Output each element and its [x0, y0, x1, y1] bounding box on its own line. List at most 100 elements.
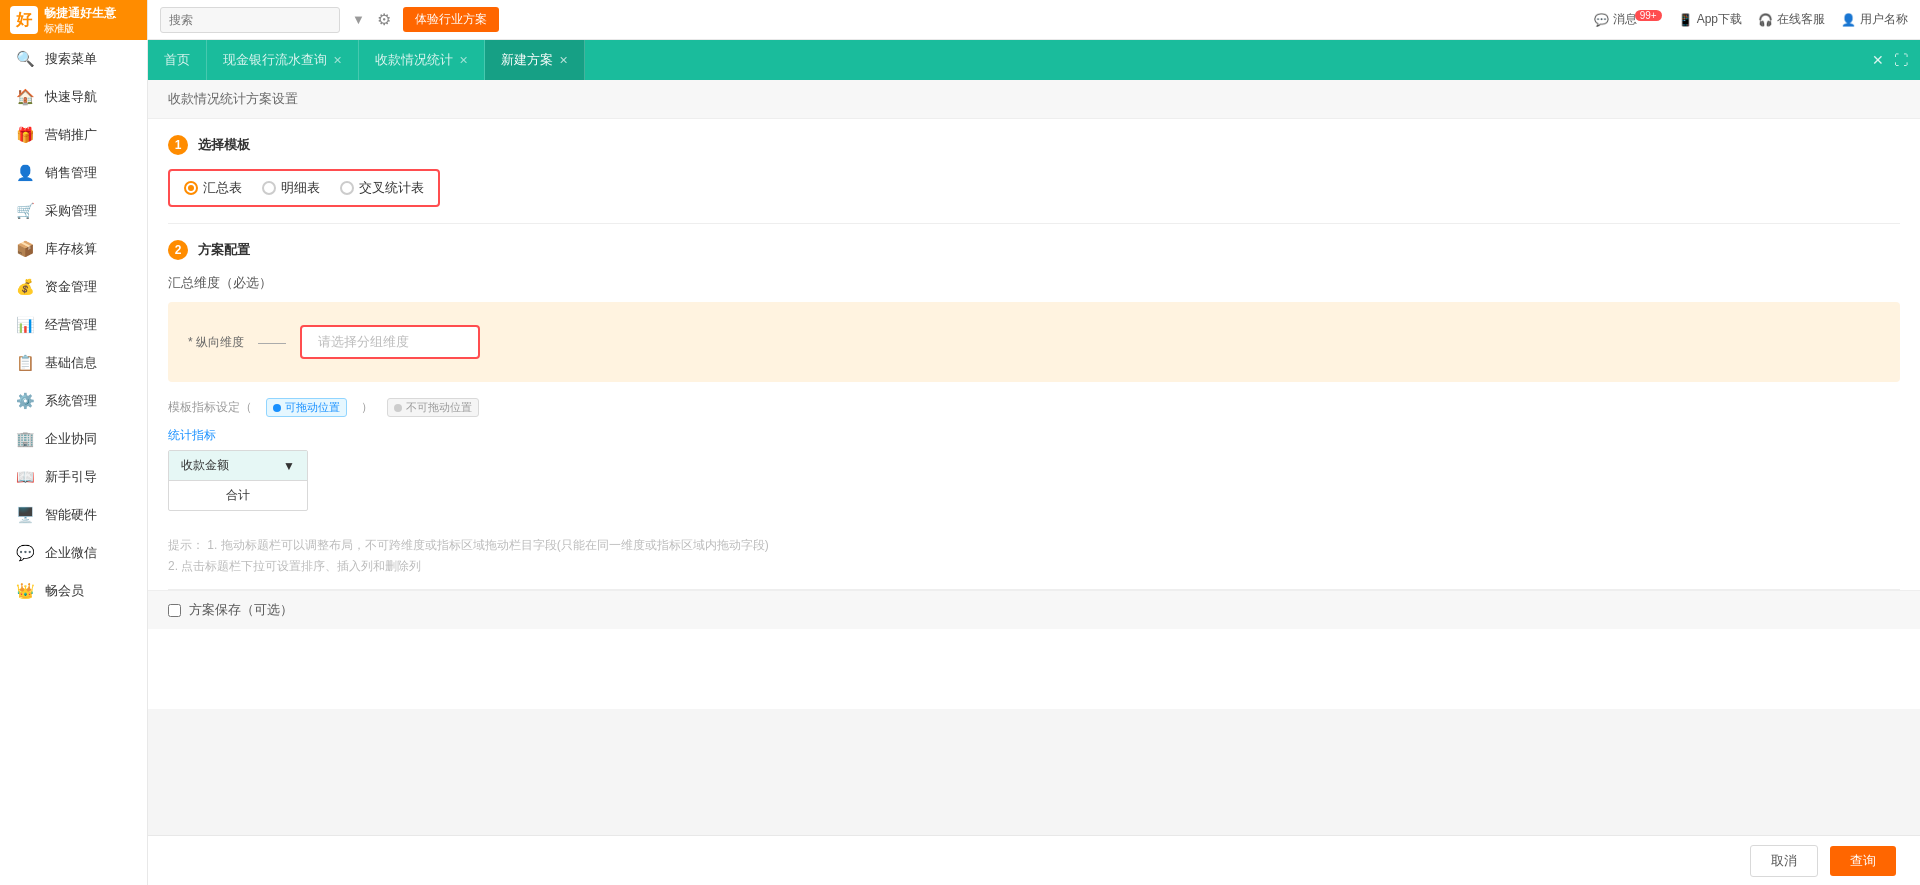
tips-section: 提示： 1. 拖动标题栏可以调整布局，不可跨维度或指标区域拖动栏目字段(只能在同…	[148, 527, 1920, 589]
system-icon: ⚙️	[16, 392, 35, 410]
step2-title: 方案配置	[198, 241, 250, 259]
tab-receipt-stats-label: 收款情况统计	[375, 51, 453, 69]
step1-title: 选择模板	[198, 136, 250, 154]
tab-bar: 首页 现金银行流水查询 ✕ 收款情况统计 ✕ 新建方案 ✕ ✕ ⛶	[148, 40, 1920, 80]
save-option: 方案保存（可选）	[148, 590, 1920, 629]
online-service-btn[interactable]: 🎧 在线客服	[1758, 11, 1825, 28]
cancel-button[interactable]: 取消	[1750, 845, 1818, 877]
row-label: 合计	[226, 488, 250, 502]
step2-header: 2 方案配置	[168, 240, 1900, 260]
step1-number: 1	[168, 135, 188, 155]
step1-header: 1 选择模板	[168, 135, 1900, 155]
sidebar-item-system[interactable]: ⚙️ 系统管理	[0, 382, 147, 420]
user-icon: 👤	[1841, 13, 1856, 27]
metrics-separator: ）	[361, 399, 373, 416]
sidebar-label-marketing: 营销推广	[45, 126, 97, 144]
app-download-btn[interactable]: 📱 App下载	[1678, 11, 1742, 28]
tab-expand-icon[interactable]: ⛶	[1894, 52, 1908, 68]
enterprise-icon: 🏢	[16, 430, 35, 448]
sidebar-label-purchase: 采购管理	[45, 202, 97, 220]
metrics-table-header[interactable]: 收款金额 ▼	[169, 451, 307, 481]
non-movable-label: 不可拖动位置	[406, 400, 472, 415]
marketing-icon: 🎁	[16, 126, 35, 144]
save-checkbox[interactable]	[168, 604, 181, 617]
sidebar-label-finance: 资金管理	[45, 278, 97, 296]
quick-nav-icon: 🏠	[16, 88, 35, 106]
sidebar-item-search-menu[interactable]: 🔍 搜索菜单	[0, 40, 147, 78]
radio-cross-label: 交叉统计表	[359, 179, 424, 197]
sidebar-label-member: 畅会员	[45, 582, 84, 600]
tab-new-plan[interactable]: 新建方案 ✕	[485, 40, 585, 80]
tab-receipt-stats-close[interactable]: ✕	[459, 55, 468, 66]
header-right: 💬 消息 99+ 📱 App下载 🎧 在线客服 👤 用户名称	[1594, 11, 1908, 28]
tab-bar-actions: ✕ ⛶	[1860, 40, 1920, 80]
save-option-label: 方案保存（可选）	[189, 601, 293, 619]
tab-bank-flow-close[interactable]: ✕	[333, 55, 342, 66]
user-info[interactable]: 👤 用户名称	[1841, 11, 1908, 28]
radio-summary-label: 汇总表	[203, 179, 242, 197]
trial-btn[interactable]: 体验行业方案	[403, 7, 499, 32]
tab-new-plan-close[interactable]: ✕	[559, 55, 568, 66]
sidebar-item-marketing[interactable]: 🎁 营销推广	[0, 116, 147, 154]
tab-home[interactable]: 首页	[148, 40, 207, 80]
sidebar-label-guide: 新手引导	[45, 468, 97, 486]
sidebar-label-enterprise: 企业协同	[45, 430, 97, 448]
edition-badge: 标准版	[44, 22, 116, 36]
dimension-section-title: 汇总维度（必选）	[168, 274, 1900, 292]
sidebar-item-inventory[interactable]: 📦 库存核算	[0, 230, 147, 268]
sidebar-item-wechat[interactable]: 💬 企业微信	[0, 534, 147, 572]
message-btn[interactable]: 💬 消息 99+	[1594, 11, 1662, 28]
search-input[interactable]	[160, 7, 340, 33]
dimension-select-placeholder: 请选择分组维度	[318, 333, 409, 351]
radio-cross-circle	[340, 181, 354, 195]
settings-icon[interactable]: ⚙	[377, 10, 391, 29]
sidebar-item-finance[interactable]: 💰 资金管理	[0, 268, 147, 306]
sidebar-item-enterprise[interactable]: 🏢 企业协同	[0, 420, 147, 458]
sidebar-label-sales: 销售管理	[45, 164, 97, 182]
inventory-icon: 📦	[16, 240, 35, 258]
non-movable-tag: 不可拖动位置	[387, 398, 479, 417]
app-icon: 📱	[1678, 13, 1693, 27]
sidebar-logo: 好 畅捷通好生意 标准版	[0, 0, 147, 40]
radio-summary[interactable]: 汇总表	[184, 179, 242, 197]
user-name: 用户名称	[1860, 11, 1908, 28]
message-badge: 99+	[1635, 10, 1662, 21]
metrics-content: 统计指标 收款金额 ▼ 合计	[168, 427, 1900, 511]
top-header: ▼ ⚙ 体验行业方案 💬 消息 99+ 📱 App下载 🎧 在线客服 👤 用户名…	[148, 0, 1920, 40]
step2-number: 2	[168, 240, 188, 260]
tab-bank-flow-label: 现金银行流水查询	[223, 51, 327, 69]
sidebar: 好 畅捷通好生意 标准版 🔍 搜索菜单 🏠 快速导航 🎁 营销推广 👤 销售管理…	[0, 0, 148, 885]
logo-text: 畅捷通好生意	[44, 5, 116, 22]
arrow-icon: ——	[258, 334, 286, 350]
sidebar-item-quick-nav[interactable]: 🏠 快速导航	[0, 78, 147, 116]
radio-detail[interactable]: 明细表	[262, 179, 320, 197]
sidebar-item-purchase[interactable]: 🛒 采购管理	[0, 192, 147, 230]
sidebar-item-sales[interactable]: 👤 销售管理	[0, 154, 147, 192]
message-icon: 💬	[1594, 13, 1609, 27]
sidebar-label-base-info: 基础信息	[45, 354, 97, 372]
app-download-label: App下载	[1697, 11, 1742, 28]
hardware-icon: 🖥️	[16, 506, 35, 524]
tab-receipt-stats[interactable]: 收款情况统计 ✕	[359, 40, 485, 80]
tip1: 提示： 1. 拖动标题栏可以调整布局，不可跨维度或指标区域拖动栏目字段(只能在同…	[168, 537, 1900, 554]
page-title: 收款情况统计方案设置	[168, 91, 298, 106]
tab-close-all-icon[interactable]: ✕	[1872, 52, 1884, 68]
radio-cross[interactable]: 交叉统计表	[340, 179, 424, 197]
sidebar-item-base-info[interactable]: 📋 基础信息	[0, 344, 147, 382]
sidebar-label-system: 系统管理	[45, 392, 97, 410]
member-icon: 👑	[16, 582, 35, 600]
service-icon: 🎧	[1758, 13, 1773, 27]
page-content: 收款情况统计方案设置 1 选择模板 汇总表 明	[148, 80, 1920, 709]
dropdown-arrow-icon[interactable]: ▼	[283, 459, 295, 473]
sidebar-item-guide[interactable]: 📖 新手引导	[0, 458, 147, 496]
query-button[interactable]: 查询	[1830, 846, 1896, 876]
sidebar-label-search-menu: 搜索菜单	[45, 50, 97, 68]
sidebar-item-hardware[interactable]: 🖥️ 智能硬件	[0, 496, 147, 534]
sidebar-item-management[interactable]: 📊 经营管理	[0, 306, 147, 344]
tab-new-plan-label: 新建方案	[501, 51, 553, 69]
tab-bank-flow[interactable]: 现金银行流水查询 ✕	[207, 40, 359, 80]
dimension-title-text: 汇总维度（必选）	[168, 274, 272, 292]
dimension-select[interactable]: 请选择分组维度	[300, 325, 480, 359]
sidebar-item-member[interactable]: 👑 畅会员	[0, 572, 147, 610]
step1-section: 1 选择模板 汇总表 明细表	[148, 119, 1920, 223]
